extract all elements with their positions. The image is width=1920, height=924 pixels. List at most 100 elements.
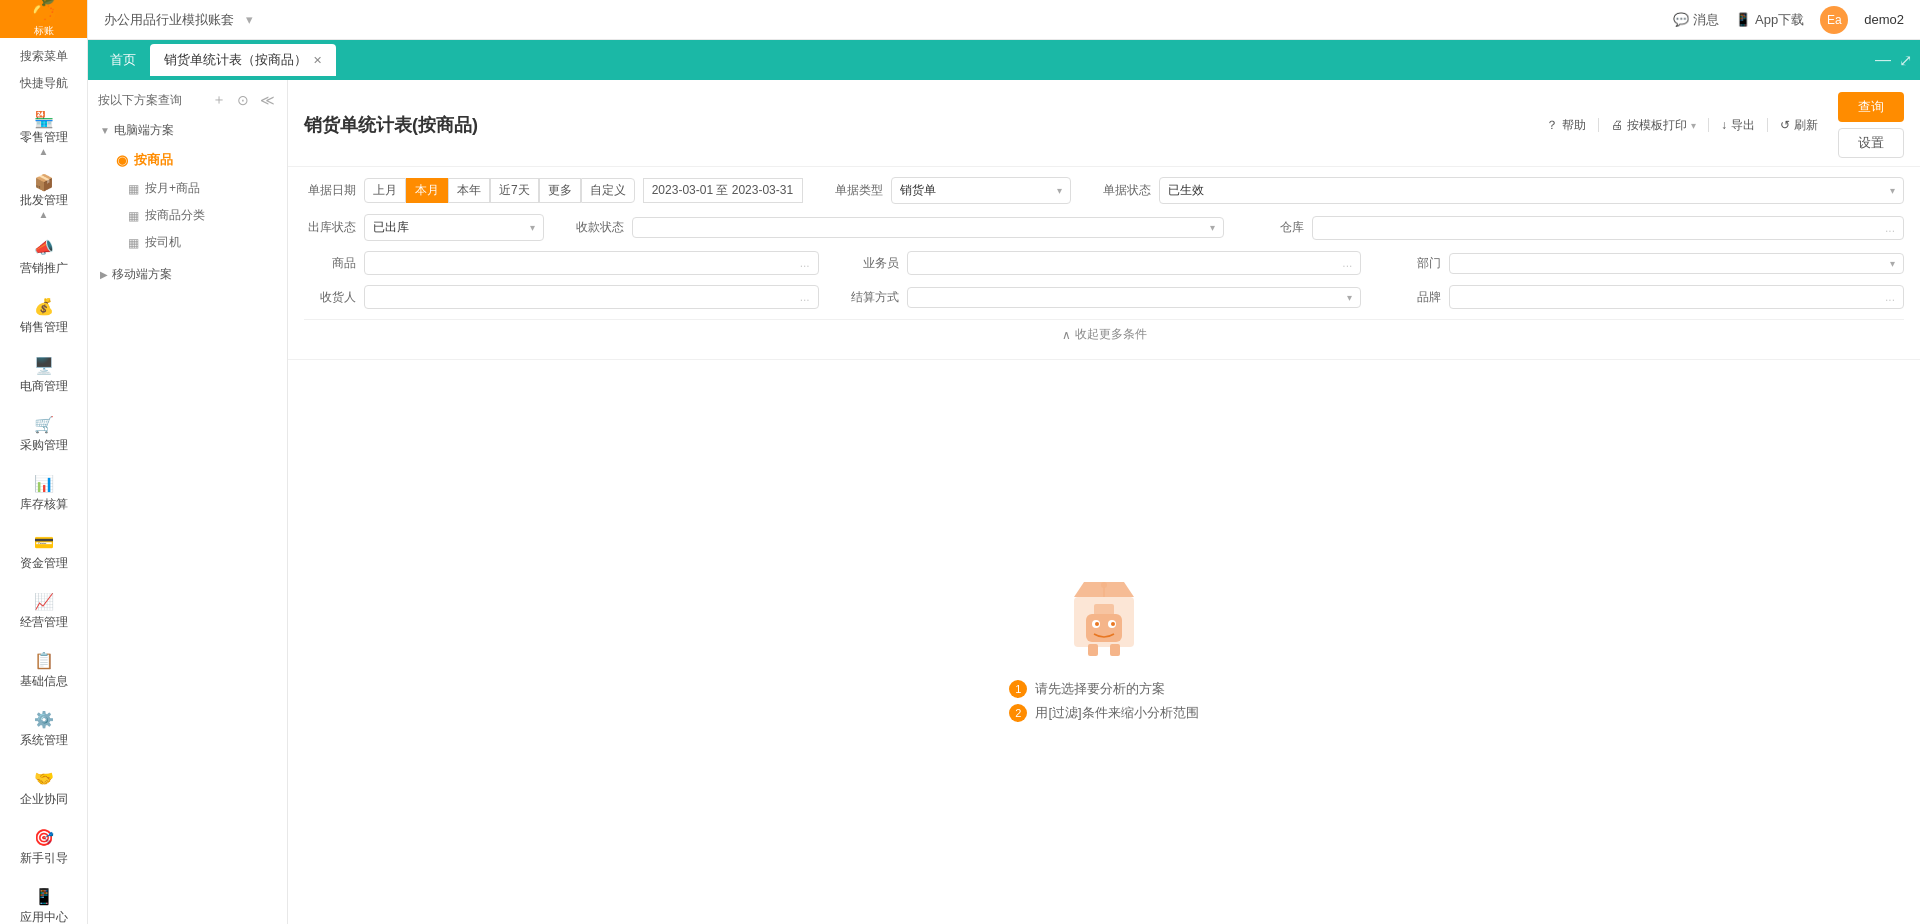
refresh-icon: ↺ bbox=[1780, 118, 1790, 132]
sidebar-item-apps[interactable]: 📱 应用中心 bbox=[0, 877, 87, 924]
export-label: 导出 bbox=[1731, 117, 1755, 134]
print-icon: 🖨 bbox=[1611, 118, 1623, 132]
app-download-button[interactable]: 📱 App下载 bbox=[1735, 11, 1804, 29]
brand-dots: ... bbox=[1885, 290, 1895, 304]
date-btn-this-month[interactable]: 本月 bbox=[406, 178, 448, 203]
salesperson-input[interactable]: ... bbox=[907, 251, 1362, 275]
avatar[interactable]: Ea bbox=[1820, 6, 1848, 34]
sidebar-item-system[interactable]: ⚙️ 系统管理 bbox=[0, 700, 87, 759]
payment-arrow: ▾ bbox=[1347, 292, 1352, 303]
lp-group-mobile-header[interactable]: ▶ 移动端方案 bbox=[88, 260, 287, 289]
app-download-label: App下载 bbox=[1755, 11, 1804, 29]
lp-subitem-by-month-product[interactable]: ▦ 按月+商品 bbox=[88, 175, 287, 202]
recipient-dots: ... bbox=[800, 290, 810, 304]
by-category-label: 按商品分类 bbox=[145, 207, 205, 224]
export-icon: ↓ bbox=[1721, 118, 1727, 132]
filter-collapse-button[interactable]: ∧ 收起更多条件 bbox=[304, 319, 1904, 349]
sales-icon: 💰 bbox=[34, 297, 54, 316]
doc-status-arrow: ▾ bbox=[1890, 185, 1895, 196]
sidebar-item-purchase[interactable]: 🛒 采购管理 bbox=[0, 405, 87, 464]
tab-sales-stats-label: 销货单统计表（按商品） bbox=[164, 51, 307, 69]
sidebar-item-inventory[interactable]: 📊 库存核算 bbox=[0, 464, 87, 523]
sidebar-item-operation[interactable]: 📈 经营管理 bbox=[0, 582, 87, 641]
lp-collapse-button[interactable]: ≪ bbox=[257, 90, 277, 110]
date-btn-last-month[interactable]: 上月 bbox=[364, 178, 406, 203]
receipt-status-select[interactable]: ▾ bbox=[632, 217, 1224, 238]
collapse-label: 收起更多条件 bbox=[1075, 326, 1147, 343]
by-machine-icon: ▦ bbox=[128, 236, 139, 250]
svg-rect-3 bbox=[1086, 614, 1122, 642]
tab-close-button[interactable]: ✕ bbox=[313, 54, 322, 67]
date-btn-this-year[interactable]: 本年 bbox=[448, 178, 490, 203]
sidebar-label-newbie: 新手引导 bbox=[20, 850, 68, 867]
brand-input[interactable]: ... bbox=[1449, 285, 1904, 309]
print-label: 按模板打印 bbox=[1627, 117, 1687, 134]
tab-home[interactable]: 首页 bbox=[96, 44, 150, 76]
sidebar-item-sales[interactable]: 💰 销售管理 bbox=[0, 287, 87, 346]
lp-subitem-by-machine[interactable]: ▦ 按司机 bbox=[88, 229, 287, 256]
sidebar-item-marketing[interactable]: 📣 营销推广 bbox=[0, 228, 87, 287]
salesperson-label: 业务员 bbox=[847, 255, 899, 272]
sidebar-item-enterprise[interactable]: 🤝 企业协同 bbox=[0, 759, 87, 818]
topbar-dropdown-arrow[interactable]: ▾ bbox=[246, 12, 253, 27]
empty-icon bbox=[1044, 562, 1164, 662]
doc-status-label: 单据状态 bbox=[1099, 182, 1151, 199]
topbar: 办公用品行业模拟账套 ▾ 💬 消息 📱 App下载 Ea demo2 bbox=[88, 0, 1920, 40]
page-actions: ？ 帮助 🖨 按模板打印 ▾ ↓ 导出 bbox=[1546, 92, 1904, 158]
settings-button[interactable]: 设置 bbox=[1838, 128, 1904, 158]
export-button[interactable]: ↓ 导出 bbox=[1721, 117, 1755, 134]
lp-add-button[interactable]: ＋ bbox=[209, 90, 229, 110]
sidebar-item-finance[interactable]: 💳 资金管理 bbox=[0, 523, 87, 582]
help-button[interactable]: ？ 帮助 bbox=[1546, 117, 1586, 134]
date-quick-buttons: 上月 本月 本年 近7天 更多 自定义 bbox=[364, 178, 635, 203]
tab-sales-stats[interactable]: 销货单统计表（按商品） ✕ bbox=[150, 44, 336, 76]
refresh-button[interactable]: ↺ 刷新 bbox=[1780, 117, 1818, 134]
sidebar-item-ecommerce[interactable]: 🖥️ 电商管理 bbox=[0, 346, 87, 405]
salesperson-dots: ... bbox=[1342, 256, 1352, 270]
by-month-label: 按月+商品 bbox=[145, 180, 200, 197]
sidebar-item-newbie[interactable]: 🎯 新手引导 bbox=[0, 818, 87, 877]
basic-icon: 📋 bbox=[34, 651, 54, 670]
doc-status-select[interactable]: 已生效 ▾ bbox=[1159, 177, 1904, 204]
date-btn-custom[interactable]: 自定义 bbox=[581, 178, 635, 203]
sidebar-search[interactable]: 搜索菜单 bbox=[0, 38, 87, 71]
lp-subitem-by-category[interactable]: ▦ 按商品分类 bbox=[88, 202, 287, 229]
sidebar-item-basic[interactable]: 📋 基础信息 bbox=[0, 641, 87, 700]
out-status-select[interactable]: 已出库 ▾ bbox=[364, 214, 544, 241]
product-input[interactable]: ... bbox=[364, 251, 819, 275]
lp-item-by-product[interactable]: ◉ 按商品 bbox=[88, 145, 287, 175]
product-dots: ... bbox=[800, 256, 810, 270]
user-name: demo2 bbox=[1864, 12, 1904, 27]
sidebar-label-ecommerce: 电商管理 bbox=[20, 378, 68, 395]
date-range-input[interactable]: 2023-03-01 至 2023-03-31 bbox=[643, 178, 803, 203]
message-button[interactable]: 💬 消息 bbox=[1673, 11, 1719, 29]
doc-type-select[interactable]: 销货单 ▾ bbox=[891, 177, 1071, 204]
svg-rect-10 bbox=[1088, 644, 1098, 656]
warehouse-label: 仓库 bbox=[1252, 219, 1304, 236]
sidebar-nav[interactable]: 快捷导航 bbox=[0, 71, 87, 98]
recipient-input[interactable]: ... bbox=[364, 285, 819, 309]
operation-icon: 📈 bbox=[34, 592, 54, 611]
print-dropdown-arrow[interactable]: ▾ bbox=[1691, 120, 1696, 131]
filter-row-1: 单据日期 上月 本月 本年 近7天 更多 自定义 2023-03-01 至 20… bbox=[304, 177, 1904, 204]
tab-maximize-button[interactable]: ⤢ bbox=[1899, 51, 1912, 70]
svg-point-6 bbox=[1095, 622, 1099, 626]
help-label: 帮助 bbox=[1562, 117, 1586, 134]
date-btn-more[interactable]: 更多 bbox=[539, 178, 581, 203]
date-btn-7days[interactable]: 近7天 bbox=[490, 178, 539, 203]
department-select[interactable]: ▾ bbox=[1449, 253, 1904, 274]
filter-row-2: 出库状态 已出库 ▾ 收款状态 ▾ 仓库 ... bbox=[304, 214, 1904, 241]
lp-group-desktop-header[interactable]: ▼ 电脑端方案 bbox=[88, 116, 287, 145]
sidebar-item-retail[interactable]: 🏪 零售管理 ▲ bbox=[0, 102, 87, 165]
warehouse-input[interactable]: ... bbox=[1312, 216, 1904, 240]
query-button[interactable]: 查询 bbox=[1838, 92, 1904, 122]
payment-select[interactable]: ▾ bbox=[907, 287, 1362, 308]
tab-minimize-button[interactable]: — bbox=[1875, 51, 1891, 70]
print-button[interactable]: 🖨 按模板打印 ▾ bbox=[1611, 117, 1696, 134]
sidebar-item-wholesale[interactable]: 📦 批发管理 ▲ bbox=[0, 165, 87, 228]
out-status-arrow: ▾ bbox=[530, 222, 535, 233]
lp-settings-button[interactable]: ⊙ bbox=[233, 90, 253, 110]
wholesale-expand-arrow: ▲ bbox=[39, 209, 49, 220]
mobile-group-arrow: ▶ bbox=[100, 269, 108, 280]
ecommerce-icon: 🖥️ bbox=[34, 356, 54, 375]
